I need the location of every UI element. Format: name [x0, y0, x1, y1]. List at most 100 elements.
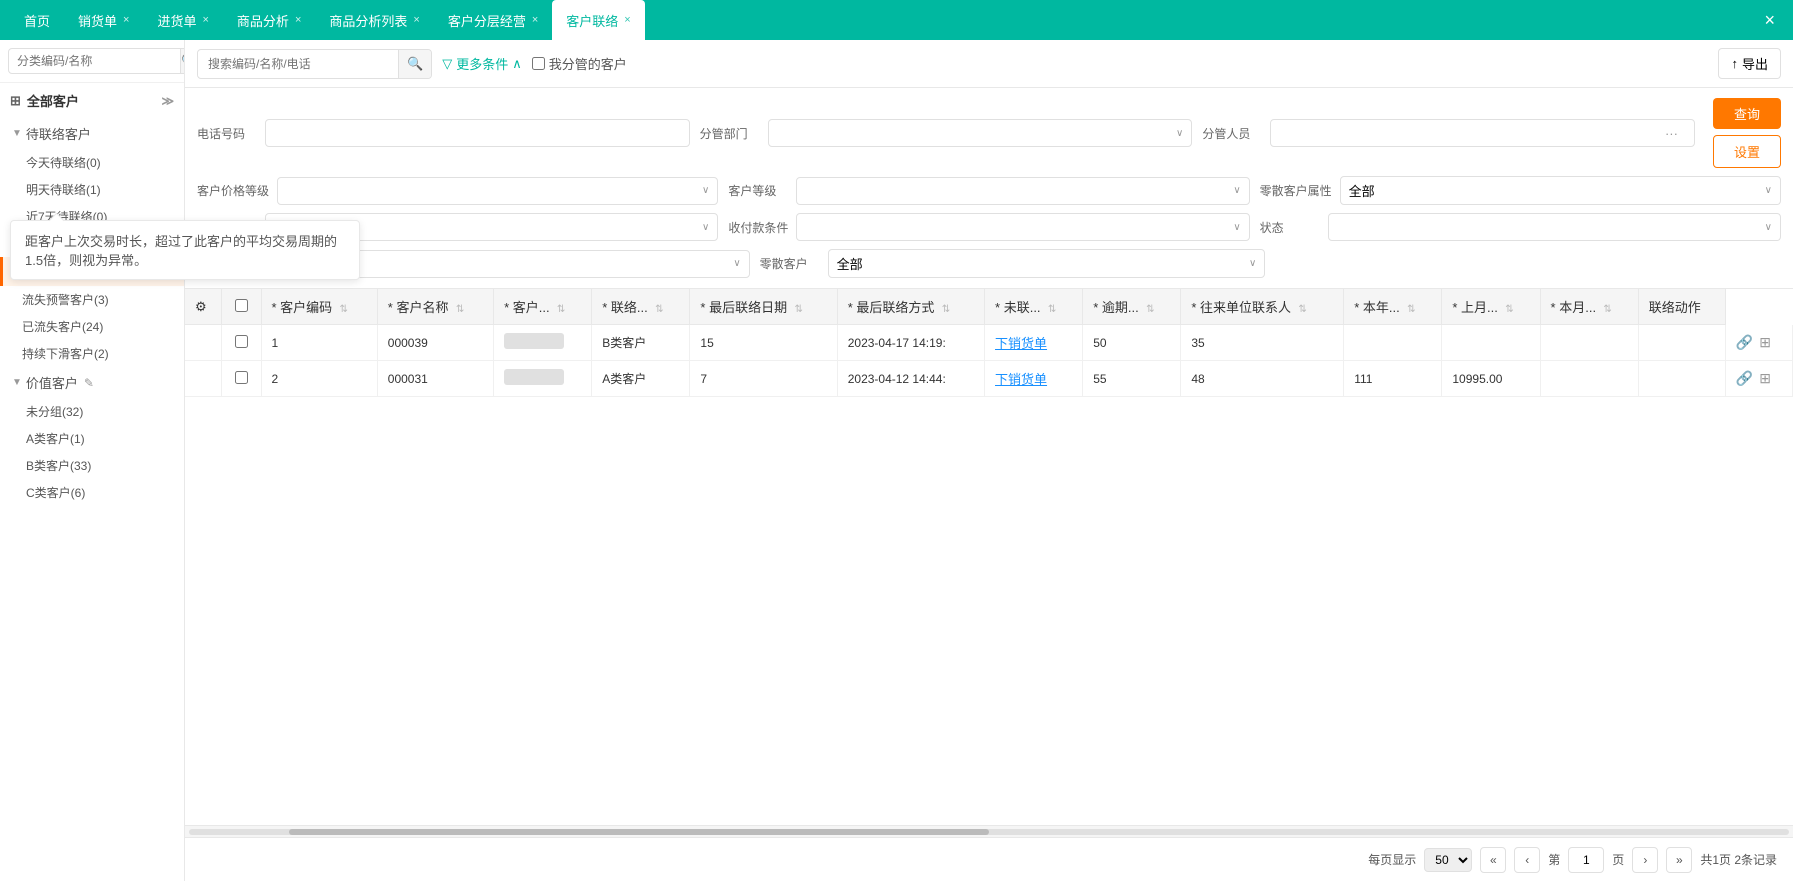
- sidebar-item-lost-prospect[interactable]: 流失预警客户(3): [0, 286, 184, 313]
- td-contact-count-2: 7: [690, 361, 837, 397]
- nav-item-home[interactable]: 首页: [10, 0, 64, 40]
- status-select[interactable]: ∨: [1328, 213, 1781, 241]
- nav-item-customer-contact[interactable]: 客户联络 ×: [552, 0, 644, 40]
- td-action-2: 🔗 ⊞: [1725, 361, 1792, 397]
- sidebar-item-class-a[interactable]: A类客户(1): [0, 425, 184, 452]
- close-purchase-tab[interactable]: ×: [202, 14, 208, 26]
- dept-field: 分管部门 ∨: [700, 119, 1193, 147]
- sidebar-item-persistent-down[interactable]: 持续下滑客户(2): [0, 340, 184, 367]
- price-level-select[interactable]: ∨: [277, 177, 718, 205]
- nav-item-product-analysis-list[interactable]: 商品分析列表 ×: [315, 0, 433, 40]
- dots-icon-manager[interactable]: ···: [1657, 126, 1686, 141]
- value-customers-header[interactable]: ▼ 价值客户 ✎: [0, 367, 184, 398]
- sort-icon-method: ⇅: [942, 304, 950, 315]
- page-size-select[interactable]: 50: [1424, 848, 1472, 872]
- query-button[interactable]: 查询: [1713, 98, 1781, 129]
- my-customers-checkbox[interactable]: [532, 57, 545, 70]
- td-not-contacted-2: 55: [1083, 361, 1181, 397]
- th-last-contact-date[interactable]: * 最后联络日期 ⇅: [690, 289, 837, 325]
- export-button[interactable]: ↑ 导出: [1718, 48, 1781, 79]
- grid-action-icon-1[interactable]: ⊞: [1759, 334, 1771, 351]
- sidebar-item-tomorrow-pending[interactable]: 明天待联络(1): [0, 176, 184, 203]
- row-1-checkbox[interactable]: [235, 335, 248, 348]
- td-checkbox-2[interactable]: [221, 361, 261, 397]
- sidebar-item-ungrouped[interactable]: 未分组(32): [0, 398, 184, 425]
- last-method-link-1[interactable]: 下销货单: [995, 336, 1047, 351]
- nav-item-purchase[interactable]: 进货单 ×: [143, 0, 222, 40]
- th-customer-code[interactable]: * 客户编码 ⇅: [261, 289, 377, 325]
- select-all-checkbox[interactable]: [235, 299, 248, 312]
- sidebar-item-class-c[interactable]: C类客户(6): [0, 479, 184, 506]
- link-action-icon-1[interactable]: 🔗: [1736, 334, 1753, 351]
- th-contact-count[interactable]: * 联络... ⇅: [592, 289, 690, 325]
- next-page-button[interactable]: ›: [1632, 847, 1658, 873]
- th-unit-contacts[interactable]: * 往来单位联系人 ⇅: [1181, 289, 1344, 325]
- page-number-input[interactable]: [1568, 847, 1604, 873]
- dept-select[interactable]: ∨: [768, 119, 1193, 147]
- all-customers-header[interactable]: ⊞ 全部客户 ≫: [0, 83, 184, 118]
- scrollbar-thumb[interactable]: [289, 829, 989, 835]
- close-product-analysis-tab[interactable]: ×: [295, 14, 301, 26]
- td-not-contacted-1: 50: [1083, 325, 1181, 361]
- more-conditions-button[interactable]: ▽ 更多条件 ∧: [442, 54, 522, 73]
- payment-select[interactable]: ∨: [796, 213, 1249, 241]
- close-sales-tab[interactable]: ×: [123, 14, 129, 26]
- filter-row-3: 性质 ∨ 收付款条件 ∨ 状态: [197, 213, 1781, 241]
- close-customer-contact-tab[interactable]: ×: [624, 14, 630, 26]
- chevron-down-icon-retail-customer: ∨: [1249, 258, 1256, 269]
- horizontal-scrollbar[interactable]: [185, 825, 1793, 837]
- sidebar-item-class-b[interactable]: B类客户(33): [0, 452, 184, 479]
- customer-level-field: 客户等级 ∨: [728, 177, 1249, 205]
- prev-page-button[interactable]: ‹: [1514, 847, 1540, 873]
- td-type-2: A类客户: [592, 361, 690, 397]
- scrollbar-track[interactable]: [189, 829, 1789, 835]
- nav-item-sales[interactable]: 销货单 ×: [64, 0, 143, 40]
- search-button[interactable]: 🔍: [398, 50, 431, 78]
- settings-button[interactable]: 设置: [1713, 135, 1781, 168]
- grid-action-icon-2[interactable]: ⊞: [1759, 370, 1771, 387]
- last-page-button[interactable]: »: [1666, 847, 1692, 873]
- th-customer-type[interactable]: * 客户... ⇅: [494, 289, 592, 325]
- pending-contact-header[interactable]: ▼ 待联络客户: [0, 118, 184, 149]
- th-last-contact-method[interactable]: * 最后联络方式 ⇅: [837, 289, 984, 325]
- th-not-contacted[interactable]: * 未联... ⇅: [985, 289, 1083, 325]
- last-method-link-2[interactable]: 下销货单: [995, 372, 1047, 387]
- td-checkbox-1[interactable]: [221, 325, 261, 361]
- chevron-down-icon-level: ∨: [1233, 185, 1240, 196]
- settings-gear-icon[interactable]: ⚙: [195, 299, 207, 314]
- th-customer-name[interactable]: * 客户名称 ⇅: [377, 289, 493, 325]
- search-input[interactable]: [198, 52, 398, 76]
- customer-type-select[interactable]: ∨: [312, 250, 750, 278]
- phone-input[interactable]: [265, 119, 690, 147]
- close-customer-layered-tab[interactable]: ×: [532, 14, 538, 26]
- customer-level-select[interactable]: ∨: [796, 177, 1249, 205]
- retail-customer-select[interactable]: 全部 ∨: [828, 249, 1266, 278]
- th-current-year[interactable]: * 本年... ⇅: [1344, 289, 1442, 325]
- chevron-down-icon-status: ∨: [1765, 222, 1772, 233]
- table-checkbox-header[interactable]: [221, 289, 261, 325]
- manager-select[interactable]: ···: [1270, 119, 1695, 147]
- category-search-input[interactable]: [8, 48, 181, 74]
- nav-item-customer-layered[interactable]: 客户分层经营 ×: [434, 0, 552, 40]
- row-2-checkbox[interactable]: [235, 371, 248, 384]
- td-name-2: [494, 361, 592, 397]
- close-product-analysis-list-tab[interactable]: ×: [413, 14, 419, 26]
- value-edit-icon[interactable]: ✎: [84, 376, 94, 390]
- th-current-month[interactable]: * 本月... ⇅: [1540, 289, 1638, 325]
- th-overdue[interactable]: * 逾期... ⇅: [1083, 289, 1181, 325]
- first-page-button[interactable]: «: [1480, 847, 1506, 873]
- nav-item-product-analysis[interactable]: 商品分析 ×: [223, 0, 315, 40]
- collapse-icon[interactable]: ≫: [161, 94, 174, 108]
- table-row: 1 000039 B类客户 15 2023-04-17 14:19: 下销货单 …: [185, 325, 1793, 361]
- chevron-down-icon-retail: ∨: [1765, 185, 1772, 196]
- window-close-button[interactable]: ×: [1756, 10, 1783, 31]
- link-action-icon-2[interactable]: 🔗: [1736, 370, 1753, 387]
- retail-attr-field: 零散客户属性 全部 ∨: [1260, 176, 1781, 205]
- sidebar-item-today-pending[interactable]: 今天待联络(0): [0, 149, 184, 176]
- th-last-month[interactable]: * 上月... ⇅: [1442, 289, 1540, 325]
- sidebar-item-lost-customer[interactable]: 已流失客户(24): [0, 313, 184, 340]
- sort-icon-year: ⇅: [1407, 304, 1415, 315]
- retail-attr-select[interactable]: 全部 ∨: [1340, 176, 1781, 205]
- td-current-month-2: [1638, 361, 1725, 397]
- table-settings-header[interactable]: ⚙: [185, 289, 221, 325]
